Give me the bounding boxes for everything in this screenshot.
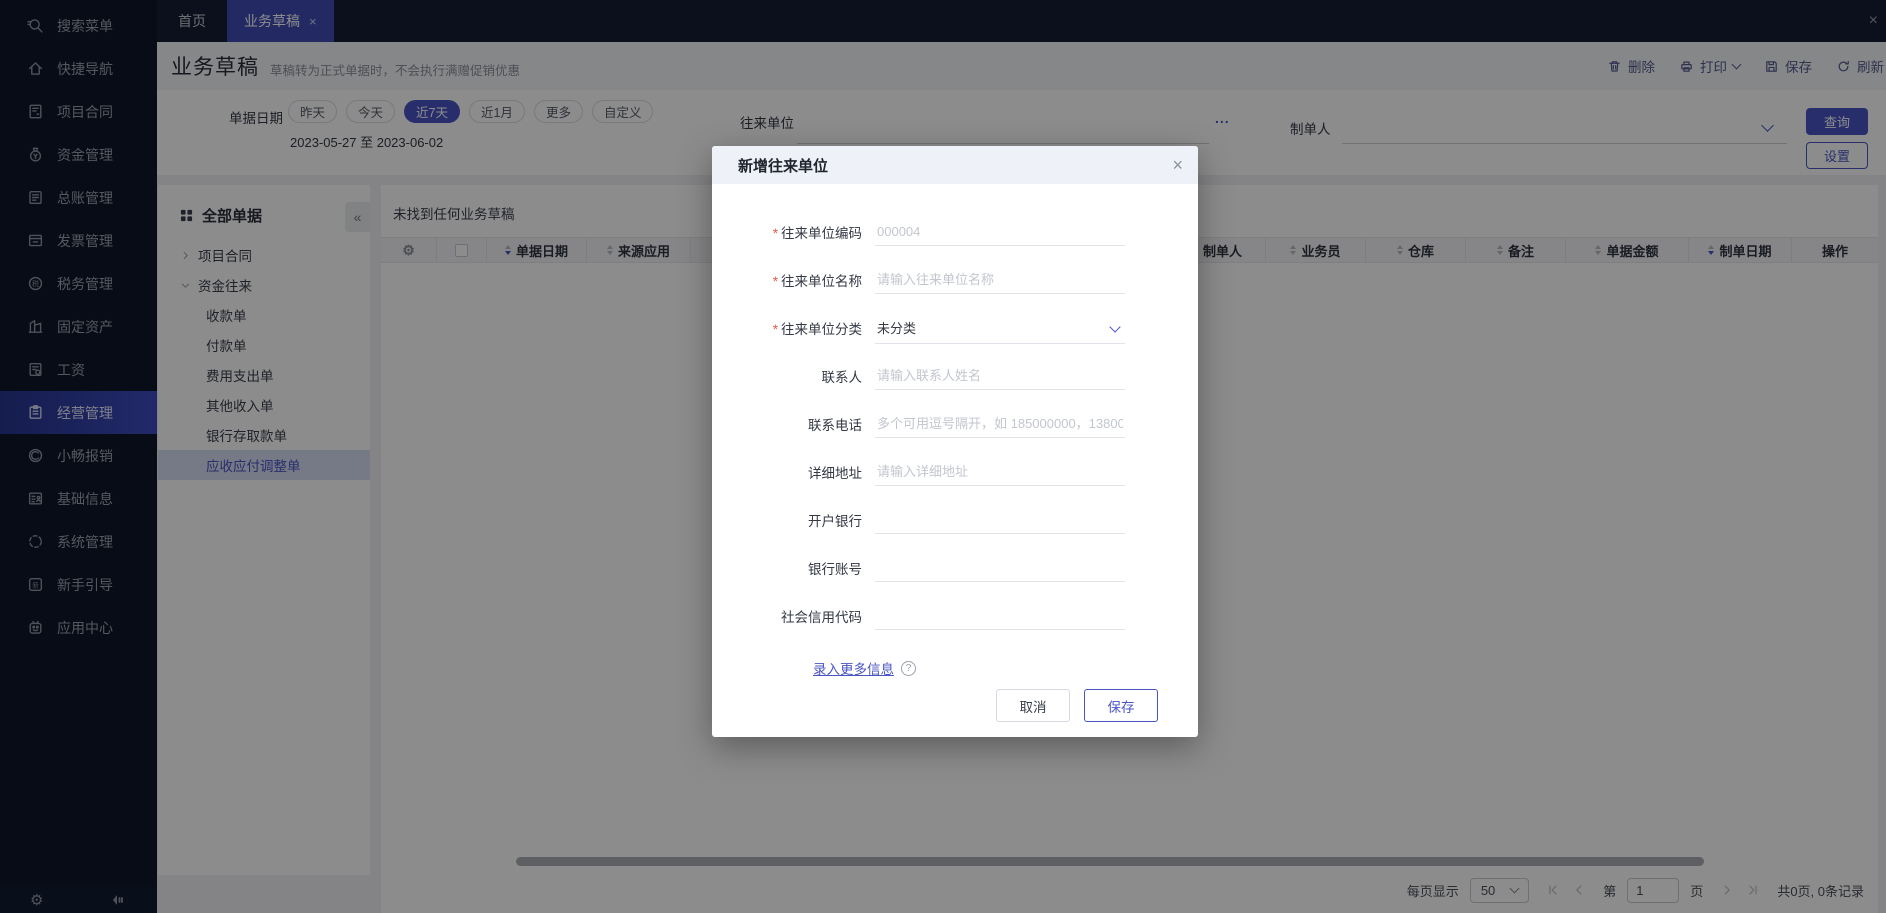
chevron-down-icon xyxy=(1109,320,1121,333)
modal-body: *往来单位编码 *往来单位名称 *往来单位分类 未分类 联系人 联系电话 详细地… xyxy=(712,184,1198,640)
add-partner-modal: 新增往来单位 × *往来单位编码 *往来单位名称 *往来单位分类 未分类 联系人… xyxy=(712,146,1198,737)
field-label: 联系人 xyxy=(821,370,863,385)
required-mark: * xyxy=(772,274,778,289)
bank-account-input[interactable] xyxy=(875,554,1125,582)
modal-title: 新增往来单位 xyxy=(738,157,829,175)
modal-buttons: 取消 保存 xyxy=(996,689,1158,722)
modal-header: 新增往来单位 × xyxy=(712,146,1198,184)
partner-name-input[interactable] xyxy=(875,266,1125,294)
field-label: 开户银行 xyxy=(808,514,862,529)
field-label: 往来单位编码 xyxy=(781,226,862,241)
bank-name-input[interactable] xyxy=(875,506,1125,534)
field-partner-code: * 往来单位编码 xyxy=(712,208,1198,256)
field-label: 往来单位分类 xyxy=(781,322,862,337)
required-mark: * xyxy=(772,322,778,337)
modal-save-button[interactable]: 保存 xyxy=(1084,689,1158,722)
field-label: 往来单位名称 xyxy=(781,274,862,289)
credit-code-input[interactable] xyxy=(875,602,1125,630)
field-label: 详细地址 xyxy=(808,466,862,481)
field-partner-category: * 往来单位分类 未分类 xyxy=(712,304,1198,352)
modal-close-icon[interactable]: × xyxy=(1172,156,1183,174)
field-contact-person: 联系人 xyxy=(712,352,1198,400)
field-label: 社会信用代码 xyxy=(781,610,862,625)
field-address: 详细地址 xyxy=(712,448,1198,496)
more-info-row: 录入更多信息 ? xyxy=(813,658,916,678)
field-label: 银行账号 xyxy=(808,562,862,577)
cancel-button[interactable]: 取消 xyxy=(996,689,1070,722)
field-bank-account: 银行账号 xyxy=(712,544,1198,592)
more-info-link[interactable]: 录入更多信息 xyxy=(813,658,894,678)
partner-category-select[interactable]: 未分类 xyxy=(875,312,1125,344)
address-input[interactable] xyxy=(875,458,1125,486)
field-label: 联系电话 xyxy=(808,418,862,433)
help-icon[interactable]: ? xyxy=(901,660,916,676)
field-bank-name: 开户银行 xyxy=(712,496,1198,544)
contact-phone-input[interactable] xyxy=(875,410,1125,438)
field-contact-phone: 联系电话 xyxy=(712,400,1198,448)
field-credit-code: 社会信用代码 xyxy=(712,592,1198,640)
required-mark: * xyxy=(772,226,778,241)
partner-code-input[interactable] xyxy=(875,218,1125,246)
contact-person-input[interactable] xyxy=(875,362,1125,390)
field-partner-name: * 往来单位名称 xyxy=(712,256,1198,304)
selected-category-value: 未分类 xyxy=(877,321,917,336)
